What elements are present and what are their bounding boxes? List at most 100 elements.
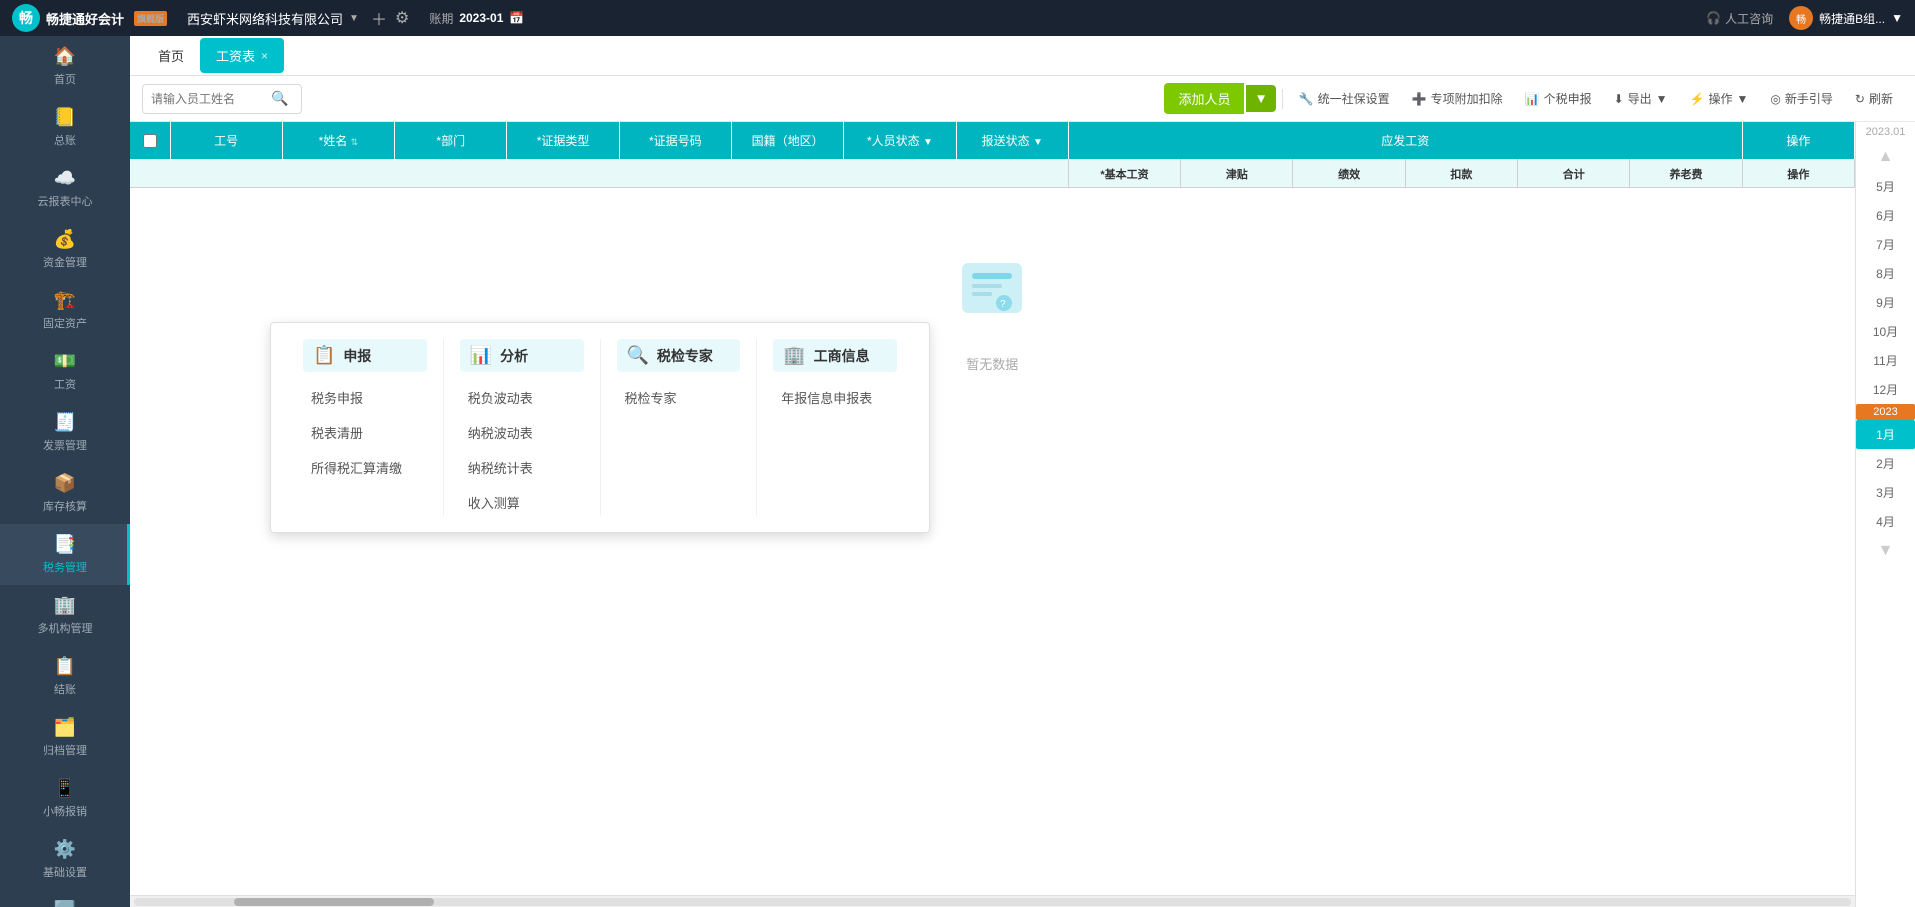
empty-icon: ? — [952, 248, 1032, 342]
new-guide-button[interactable]: ◎ 新手引导 — [1760, 85, 1843, 112]
report-status-filter-icon[interactable]: ▼ — [1033, 137, 1043, 148]
tax-expert-item[interactable]: 税检专家 — [617, 384, 741, 411]
cal-nav-down[interactable]: ▼ — [1872, 536, 1900, 566]
company-selector[interactable]: 西安虾米网络科技有限公司 ▼ — [187, 9, 359, 28]
special-deduction-label: 专项附加扣除 — [1431, 90, 1503, 107]
svg-text:?: ? — [1000, 299, 1006, 310]
sidebar-item-mini[interactable]: 📱 小畅报销 — [0, 768, 130, 829]
report-item-tax-clearance[interactable]: 税表清册 — [303, 419, 427, 446]
operations-button[interactable]: ⚡ 操作 ▼ — [1680, 85, 1759, 112]
analysis-item-tax-wave[interactable]: 纳税波动表 — [460, 419, 584, 446]
scroll-bar — [130, 895, 1855, 907]
scroll-track[interactable] — [134, 898, 1851, 906]
status-filter-icon[interactable]: ▼ — [923, 137, 933, 148]
sidebar-item-settings[interactable]: ⚙️ 基础设置 — [0, 829, 130, 890]
sidebar-item-assets[interactable]: 🏗️ 固定资产 — [0, 280, 130, 341]
sidebar-item-salary[interactable]: 💵 工资 — [0, 341, 130, 402]
cal-month-8[interactable]: 8月 — [1856, 259, 1915, 288]
col-op-sub: 操作 — [1742, 160, 1854, 189]
service-button[interactable]: 🎧 人工咨询 — [1706, 10, 1773, 27]
export-button[interactable]: ⬇ 导出 ▼ — [1604, 85, 1678, 112]
table-container: 工号 *姓名 ⇅ *部门 *证据类型 — [130, 122, 1855, 907]
name-sort-icon[interactable]: ⇅ — [351, 137, 359, 147]
guide-icon: 🆕 — [54, 900, 76, 907]
tax-return-button[interactable]: 📊 个税申报 — [1515, 85, 1602, 112]
top-bar: 畅 畅捷通好会计 旗舰版 西安虾米网络科技有限公司 ▼ ＋ ⚙ 账期 2023-… — [0, 0, 1915, 36]
sidebar-item-invoice[interactable]: 🧾 发票管理 — [0, 402, 130, 463]
tab-salary[interactable]: 工资表 × — [200, 38, 284, 73]
sidebar-item-ledger[interactable]: 📒 总账 — [0, 97, 130, 158]
analysis-item-tax-burden[interactable]: 税负波动表 — [460, 384, 584, 411]
sidebar-item-multi-org[interactable]: 🏢 多机构管理 — [0, 585, 130, 646]
logo-area: 畅 畅捷通好会计 旗舰版 — [12, 4, 167, 32]
select-all-checkbox[interactable] — [143, 134, 157, 148]
invoice-icon: 🧾 — [54, 412, 76, 433]
col-base-salary-label: *基本工资 — [1100, 169, 1148, 181]
report-item-income-tax[interactable]: 所得税汇算清缴 — [303, 454, 427, 481]
cal-month-9[interactable]: 9月 — [1856, 288, 1915, 317]
cal-month-5[interactable]: 5月 — [1856, 172, 1915, 201]
social-insurance-icon: 🔧 — [1299, 92, 1314, 106]
tab-close-icon[interactable]: × — [261, 49, 268, 63]
col-base-salary: *基本工资 — [1068, 160, 1180, 189]
sidebar-item-close[interactable]: 📋 结账 — [0, 646, 130, 707]
cal-month-2[interactable]: 2月 — [1856, 449, 1915, 478]
settings-icon[interactable]: ⚙ — [395, 8, 409, 28]
business-info-item-annual[interactable]: 年报信息申报表 — [773, 384, 897, 411]
cal-month-6[interactable]: 6月 — [1856, 201, 1915, 230]
col-total-label: 合计 — [1563, 169, 1585, 181]
col-op-sub-label: 操作 — [1787, 169, 1809, 181]
sidebar-item-guide[interactable]: 🆕 新手引导 — [0, 890, 130, 907]
operations-icon: ⚡ — [1690, 92, 1705, 106]
section-business-info-title: 工商信息 — [814, 346, 870, 366]
sidebar-item-cloud[interactable]: ☁️ 云报表中心 — [0, 158, 130, 219]
settings-icon2: ⚙️ — [54, 839, 76, 860]
tab-home[interactable]: 首页 — [142, 38, 200, 73]
sidebar-label-salary: 工资 — [54, 376, 76, 392]
sidebar-item-tax[interactable]: 📑 税务管理 — [0, 524, 130, 585]
sidebar-item-funds[interactable]: 💰 资金管理 — [0, 219, 130, 280]
export-chevron-icon: ▼ — [1656, 92, 1668, 106]
sub-header-row: *基本工资 津贴 绩效 扣款 合 — [130, 159, 1855, 188]
add-person-dropdown-button[interactable]: ▼ — [1246, 85, 1275, 112]
section-business-info-header: 🏢 工商信息 — [773, 339, 897, 372]
cal-month-1-active[interactable]: 1月 — [1856, 420, 1915, 449]
scroll-thumb[interactable] — [234, 898, 434, 906]
calendar-icon[interactable]: 📅 — [509, 11, 524, 25]
section-tax-expert-title: 税检专家 — [657, 346, 713, 366]
multi-org-icon: 🏢 — [54, 595, 76, 616]
username: 畅捷通B组... — [1819, 10, 1885, 27]
col-performance-label: 绩效 — [1338, 169, 1360, 181]
cal-month-4[interactable]: 4月 — [1856, 507, 1915, 536]
analysis-item-tax-stats[interactable]: 纳税统计表 — [460, 454, 584, 481]
search-input[interactable] — [151, 92, 271, 106]
sidebar-item-archive[interactable]: 🗂️ 归档管理 — [0, 707, 130, 768]
sidebar-item-home[interactable]: 🏠 首页 — [0, 36, 130, 97]
special-deduction-button[interactable]: ➕ 专项附加扣除 — [1402, 85, 1513, 112]
cal-month-7[interactable]: 7月 — [1856, 230, 1915, 259]
social-insurance-button[interactable]: 🔧 统一社保设置 — [1289, 85, 1400, 112]
refresh-button[interactable]: ↻ 刷新 — [1845, 85, 1903, 112]
col-deduction-label: 扣款 — [1450, 169, 1472, 181]
cal-month-12[interactable]: 12月 — [1856, 375, 1915, 404]
sidebar-item-inventory[interactable]: 📦 库存核算 — [0, 463, 130, 524]
cal-month-10[interactable]: 10月 — [1856, 317, 1915, 346]
top-right: 🎧 人工咨询 畅 畅捷通B组... ▼ — [1706, 6, 1903, 30]
search-input-wrapper[interactable]: 🔍 — [142, 84, 302, 114]
analysis-item-income-calc[interactable]: 收入测算 — [460, 489, 584, 516]
add-person-button[interactable]: 添加人员 — [1164, 83, 1244, 114]
col-name: *姓名 ⇅ — [282, 122, 394, 159]
user-info[interactable]: 畅 畅捷通B组... ▼ — [1789, 6, 1903, 30]
cal-month-3[interactable]: 3月 — [1856, 478, 1915, 507]
refresh-icon: ↻ — [1855, 92, 1865, 106]
section-report-items: 税务申报 税表清册 所得税汇算清缴 — [303, 384, 427, 481]
col-deduction: 扣款 — [1405, 160, 1517, 189]
report-item-tax-declaration[interactable]: 税务申报 — [303, 384, 427, 411]
social-insurance-label: 统一社保设置 — [1318, 90, 1390, 107]
cal-month-11[interactable]: 11月 — [1856, 346, 1915, 375]
refresh-label: 刷新 — [1869, 90, 1893, 107]
sidebar-label-assets: 固定资产 — [43, 315, 87, 331]
add-company-icon[interactable]: ＋ — [371, 6, 387, 30]
col-checkbox[interactable] — [130, 122, 170, 159]
cal-nav-up[interactable]: ▲ — [1872, 142, 1900, 172]
